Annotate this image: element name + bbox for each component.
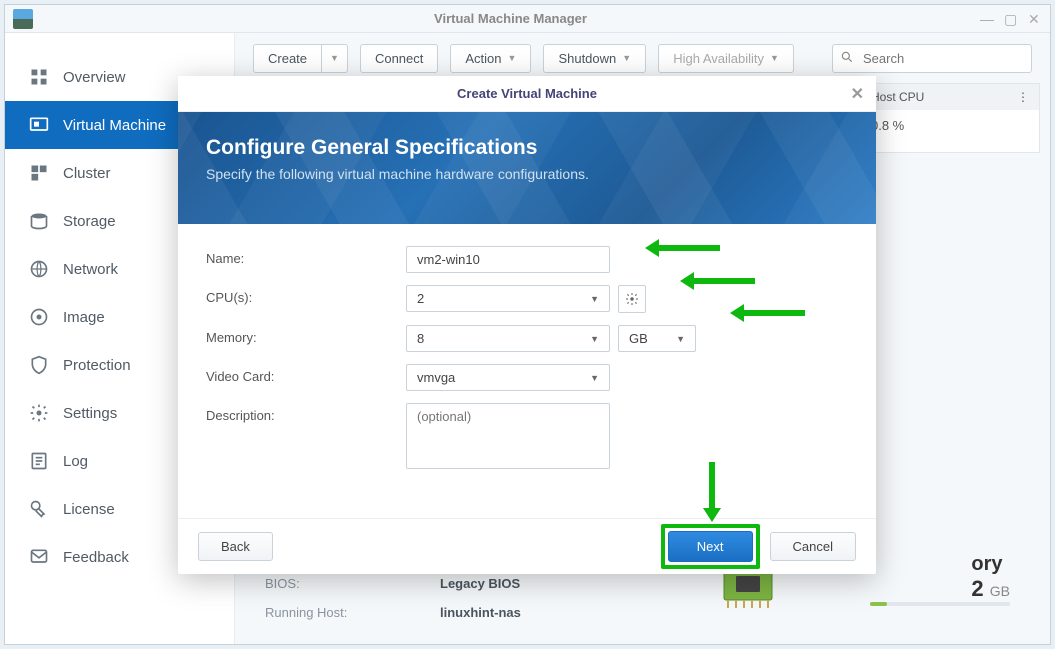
settings-icon [29, 403, 49, 423]
modal-titlebar: Create Virtual Machine ✕ [178, 76, 876, 112]
sidebar-item-label: Image [63, 309, 105, 326]
create-dropdown[interactable]: ▼ [321, 44, 348, 73]
maximize-button[interactable]: ▢ [1004, 12, 1018, 26]
running-host-value: linuxhint-nas [440, 605, 521, 620]
host-cpu-panel: Host CPU ⋮ 0.8 % [860, 83, 1040, 153]
connect-button[interactable]: Connect [360, 44, 438, 73]
title-bar: Virtual Machine Manager — ▢ ✕ [5, 5, 1050, 33]
modal-title-text: Create Virtual Machine [457, 86, 597, 101]
next-button[interactable]: Next [668, 531, 753, 562]
create-vm-modal: Create Virtual Machine ✕ Configure Gener… [178, 76, 876, 574]
host-cpu-value: 0.8 % [861, 110, 1039, 141]
chevron-down-icon: ▼ [622, 53, 631, 63]
window-title: Virtual Machine Manager [41, 11, 980, 26]
action-button[interactable]: Action▼ [450, 44, 531, 73]
chevron-down-icon: ▼ [770, 53, 779, 63]
video-card-label: Video Card: [206, 364, 406, 384]
log-icon [29, 451, 49, 471]
protection-icon [29, 355, 49, 375]
description-textarea[interactable] [406, 403, 610, 469]
chevron-down-icon: ▼ [590, 294, 599, 304]
image-icon [29, 307, 49, 327]
overview-icon [29, 67, 49, 87]
memory-value: 2 GB [971, 576, 1010, 602]
menu-dots-icon[interactable]: ⋮ [1017, 90, 1029, 104]
chevron-down-icon: ▼ [676, 334, 685, 344]
window-controls: — ▢ ✕ [980, 12, 1042, 26]
cluster-icon [29, 163, 49, 183]
sidebar-item-label: Network [63, 261, 118, 278]
video-card-select[interactable]: vmvga▼ [406, 364, 610, 391]
search-input[interactable] [832, 44, 1032, 73]
chevron-down-icon: ▼ [508, 53, 517, 63]
app-icon [13, 9, 33, 29]
shutdown-button[interactable]: Shutdown▼ [543, 44, 646, 73]
memory-select[interactable]: 8▼ [406, 325, 610, 352]
back-button[interactable]: Back [198, 532, 273, 561]
chevron-down-icon: ▼ [590, 373, 599, 383]
license-icon [29, 499, 49, 519]
close-button[interactable]: ✕ [1028, 12, 1042, 26]
vm-icon [29, 115, 49, 135]
modal-body: Name: CPU(s): 2▼ Memory: 8▼ GB▼ Video Ca… [178, 224, 876, 518]
search-wrap [832, 44, 1032, 73]
memory-stat: ory 2 GB [971, 553, 1010, 602]
network-icon [29, 259, 49, 279]
modal-close-button[interactable]: ✕ [851, 84, 864, 104]
sidebar-item-label: Log [63, 453, 88, 470]
memory-unit-select[interactable]: GB▼ [618, 325, 696, 352]
name-label: Name: [206, 246, 406, 266]
sidebar-item-label: Settings [63, 405, 117, 422]
storage-icon [29, 211, 49, 231]
description-label: Description: [206, 403, 406, 423]
modal-footer: Back Next Cancel [178, 518, 876, 574]
bios-value: Legacy BIOS [440, 576, 520, 591]
modal-heading: Configure General Specifications [206, 136, 848, 160]
cpu-select[interactable]: 2▼ [406, 285, 610, 312]
cpu-settings-button[interactable] [618, 285, 646, 313]
running-host-label: Running Host: [265, 605, 440, 620]
gear-icon [625, 292, 639, 306]
sidebar-item-label: Cluster [63, 165, 111, 182]
sidebar-item-label: Feedback [63, 549, 129, 566]
cpu-label: CPU(s): [206, 285, 406, 305]
sidebar-item-label: Storage [63, 213, 116, 230]
modal-header: Configure General Specifications Specify… [178, 112, 876, 224]
memory-title: ory [971, 553, 1010, 576]
modal-subheading: Specify the following virtual machine ha… [206, 166, 848, 182]
bios-label: BIOS: [265, 576, 440, 591]
create-button[interactable]: Create [253, 44, 321, 73]
sidebar-item-label: License [63, 501, 115, 518]
chevron-down-icon: ▼ [590, 334, 599, 344]
cancel-button[interactable]: Cancel [770, 532, 856, 561]
chevron-down-icon: ▼ [330, 53, 339, 63]
feedback-icon [29, 547, 49, 567]
sidebar-item-label: Protection [63, 357, 131, 374]
memory-bar [870, 602, 1010, 606]
high-availability-button[interactable]: High Availability▼ [658, 44, 794, 73]
name-input[interactable] [406, 246, 610, 273]
memory-label: Memory: [206, 325, 406, 345]
sidebar-item-label: Overview [63, 69, 126, 86]
vm-details: BIOS: Legacy BIOS Running Host: linuxhin… [265, 576, 521, 634]
host-cpu-header: Host CPU ⋮ [861, 84, 1039, 110]
sidebar-item-label: Virtual Machine [63, 117, 166, 134]
minimize-button[interactable]: — [980, 12, 994, 26]
search-icon [840, 50, 854, 64]
